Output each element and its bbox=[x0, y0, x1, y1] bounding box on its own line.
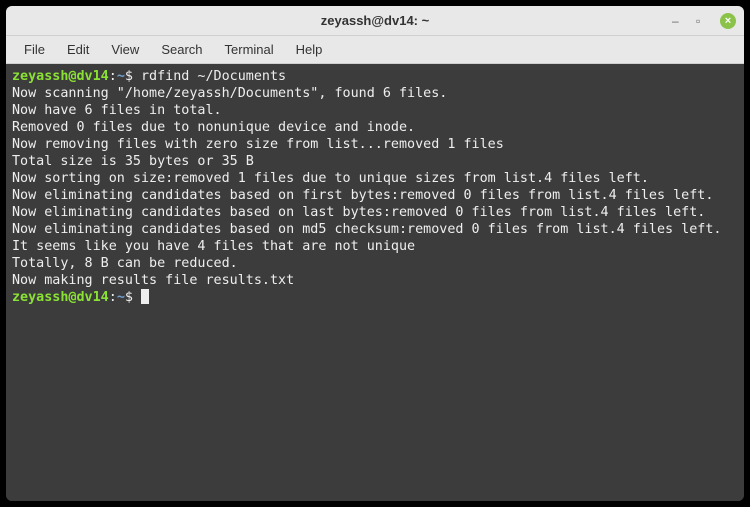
output-line: Totally, 8 B can be reduced. bbox=[12, 256, 238, 271]
menu-edit[interactable]: Edit bbox=[57, 38, 99, 61]
menu-terminal[interactable]: Terminal bbox=[215, 38, 284, 61]
output-line: Now eliminating candidates based on firs… bbox=[12, 188, 713, 203]
menu-view[interactable]: View bbox=[101, 38, 149, 61]
output-line: Now making results file results.txt bbox=[12, 273, 294, 288]
command-text: rdfind ~/Documents bbox=[141, 69, 286, 84]
menu-help[interactable]: Help bbox=[286, 38, 333, 61]
menu-search[interactable]: Search bbox=[151, 38, 212, 61]
prompt-colon: : bbox=[109, 69, 117, 84]
titlebar: zeyassh@dv14: ~ – ▫ × bbox=[6, 6, 744, 36]
prompt-user-host: zeyassh@dv14 bbox=[12, 290, 109, 305]
output-line: Now eliminating candidates based on last… bbox=[12, 205, 705, 220]
window-controls: – ▫ × bbox=[672, 13, 736, 29]
output-line: Now have 6 files in total. bbox=[12, 103, 222, 118]
cursor-icon bbox=[141, 289, 149, 304]
prompt-path: ~ bbox=[117, 290, 125, 305]
menu-file[interactable]: File bbox=[14, 38, 55, 61]
prompt-dollar: $ bbox=[125, 69, 141, 84]
minimize-button[interactable]: – bbox=[672, 16, 682, 26]
prompt-colon: : bbox=[109, 290, 117, 305]
prompt-user-host: zeyassh@dv14 bbox=[12, 69, 109, 84]
output-line: It seems like you have 4 files that are … bbox=[12, 239, 415, 254]
terminal-window: zeyassh@dv14: ~ – ▫ × File Edit View Sea… bbox=[6, 6, 744, 501]
maximize-button[interactable]: ▫ bbox=[696, 16, 706, 26]
output-line: Now removing files with zero size from l… bbox=[12, 137, 504, 152]
close-button[interactable]: × bbox=[720, 13, 736, 29]
output-line: Now eliminating candidates based on md5 … bbox=[12, 222, 721, 237]
prompt-dollar: $ bbox=[125, 290, 141, 305]
menubar: File Edit View Search Terminal Help bbox=[6, 36, 744, 64]
output-line: Total size is 35 bytes or 35 B bbox=[12, 154, 254, 169]
output-line: Now sorting on size:removed 1 files due … bbox=[12, 171, 649, 186]
prompt-path: ~ bbox=[117, 69, 125, 84]
window-title: zeyassh@dv14: ~ bbox=[321, 13, 429, 28]
output-line: Now scanning "/home/zeyassh/Documents", … bbox=[12, 86, 447, 101]
output-line: Removed 0 files due to nonunique device … bbox=[12, 120, 415, 135]
terminal-body[interactable]: zeyassh@dv14:~$ rdfind ~/Documents Now s… bbox=[6, 64, 744, 501]
